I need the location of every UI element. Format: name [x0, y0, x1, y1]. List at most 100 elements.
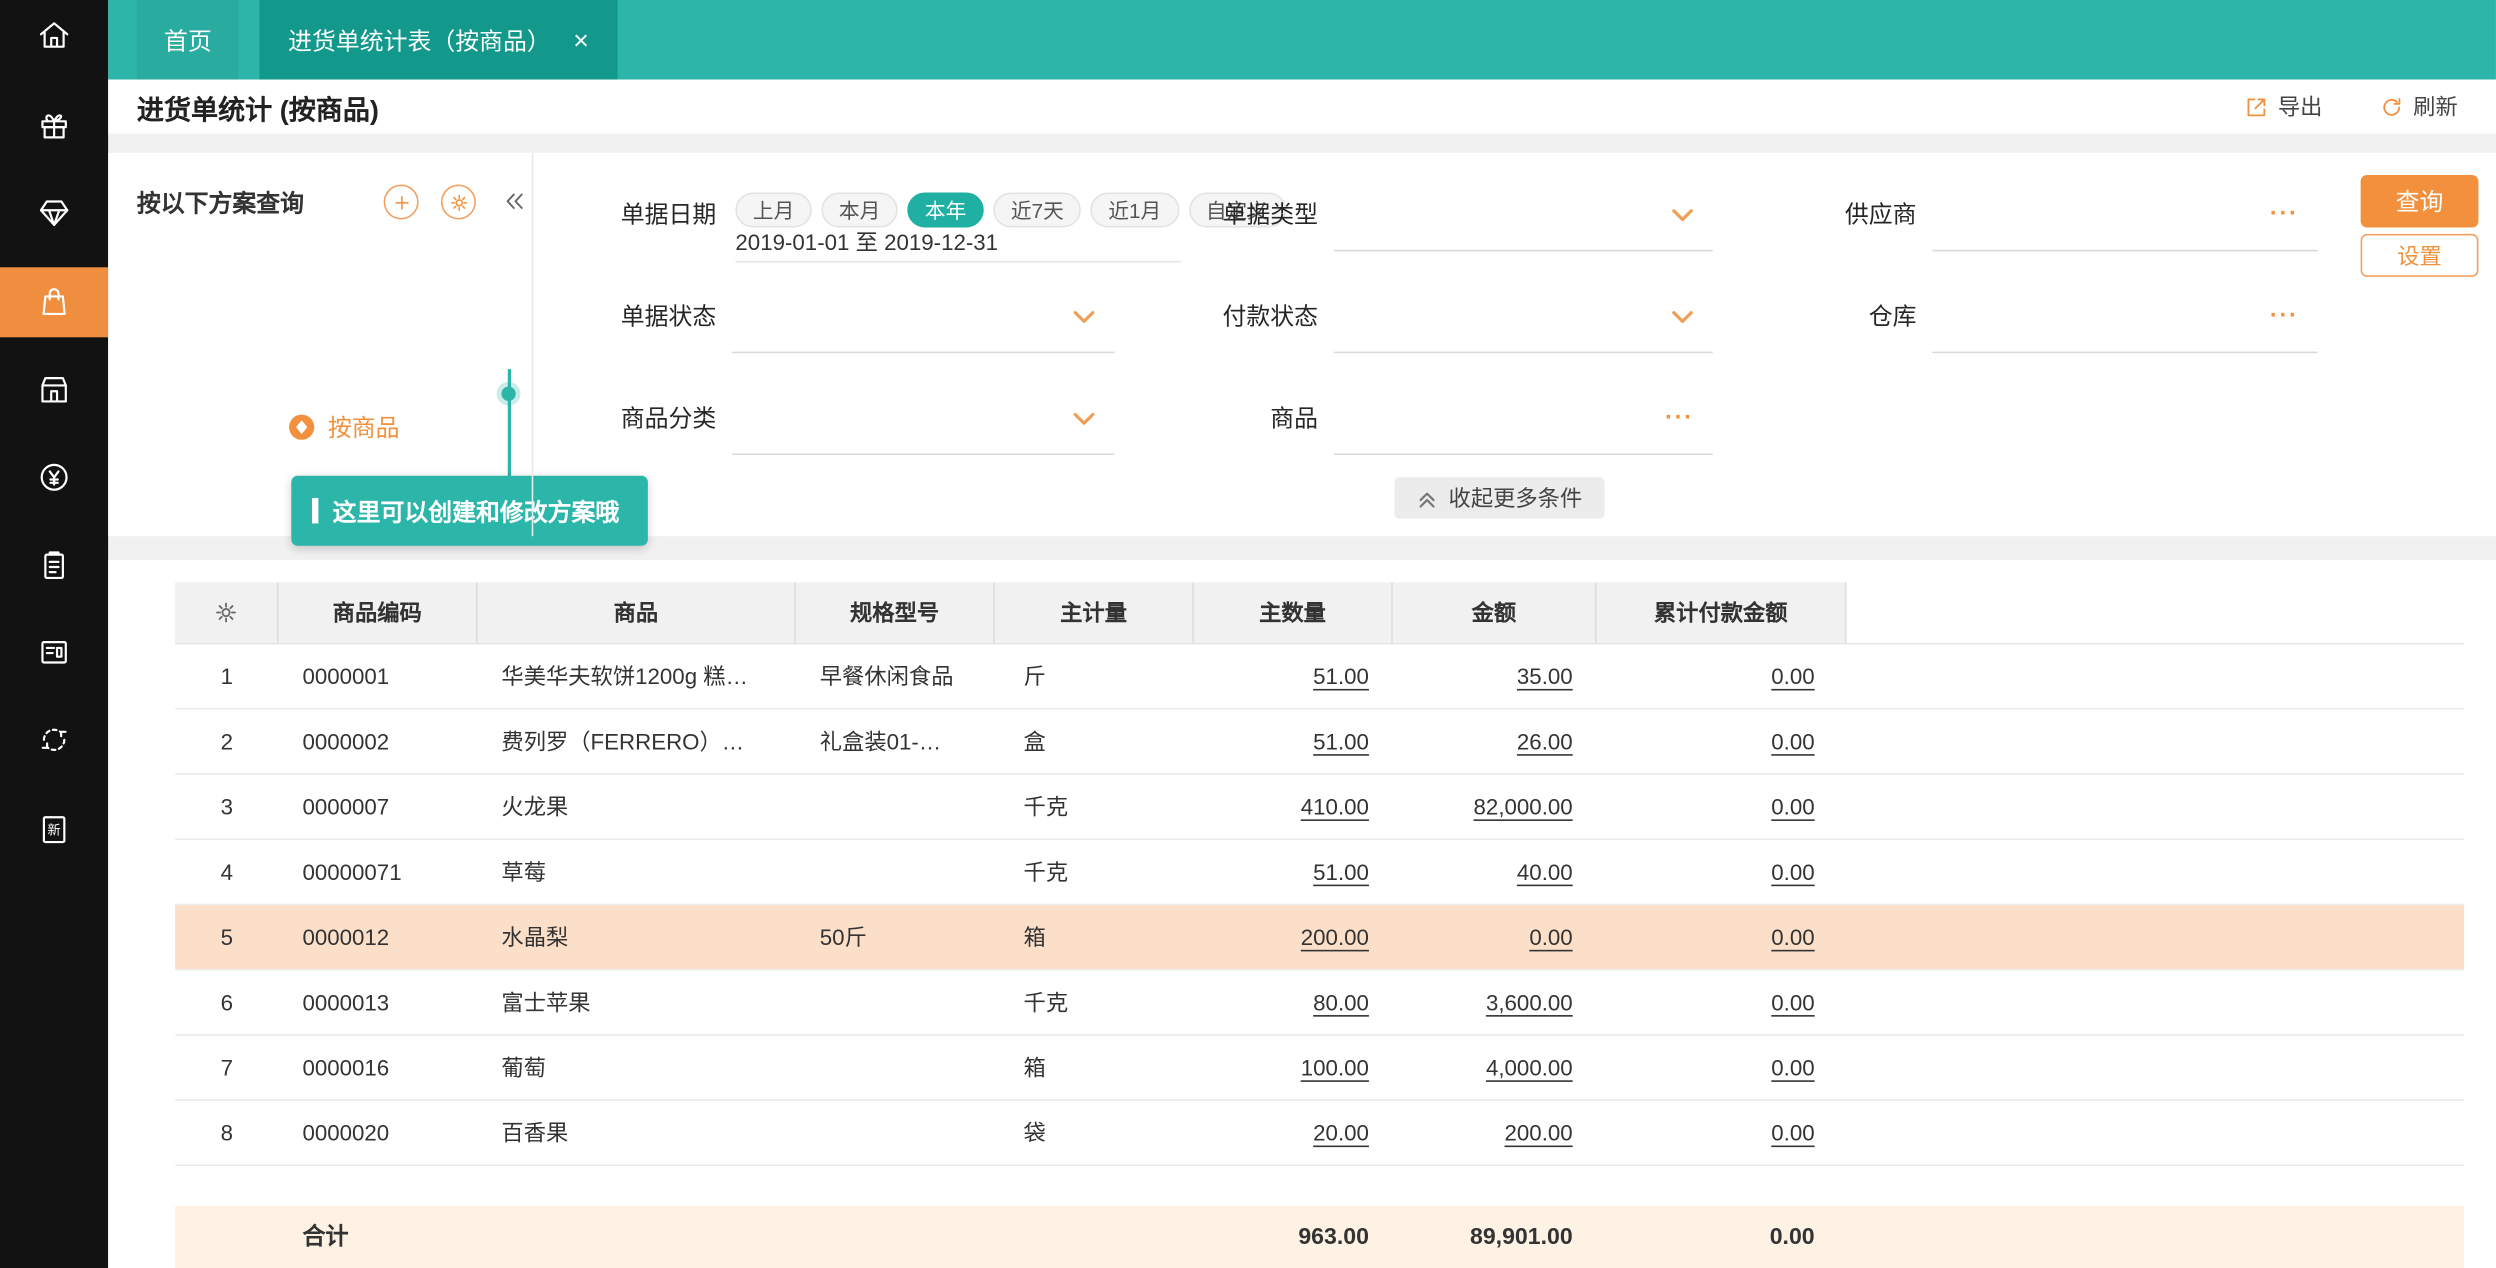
- amount-link[interactable]: 4,000.00: [1486, 1055, 1573, 1080]
- paid-link[interactable]: 0.00: [1771, 990, 1814, 1015]
- cell-amount: 35.00: [1393, 644, 1597, 708]
- storefront-icon[interactable]: [0, 355, 108, 425]
- query-button[interactable]: 查询: [2360, 175, 2479, 228]
- ellipsis-icon[interactable]: ···: [1665, 404, 1694, 431]
- qty-link[interactable]: 51.00: [1313, 859, 1369, 884]
- settings-button[interactable]: 设置: [2360, 233, 2479, 277]
- amount-link[interactable]: 0.00: [1529, 924, 1572, 949]
- cell-qty: 51.00: [1194, 840, 1393, 904]
- home-icon[interactable]: [0, 0, 108, 70]
- filter-label-product: 商品: [1270, 405, 1319, 433]
- cell-paid: 0.00: [1597, 644, 1847, 708]
- panel-divider: [531, 152, 534, 537]
- amount-link[interactable]: 200.00: [1505, 1120, 1573, 1145]
- supplier-input[interactable]: ···: [1932, 188, 2318, 252]
- cell-qty: 100.00: [1194, 1036, 1393, 1100]
- tab-home[interactable]: 首页: [136, 0, 239, 80]
- qty-link[interactable]: 80.00: [1313, 990, 1369, 1015]
- paid-link[interactable]: 0.00: [1771, 859, 1814, 884]
- add-scheme-button[interactable]: [383, 184, 419, 220]
- cell-product-code: 0000007: [302, 793, 390, 820]
- amount-link[interactable]: 26.00: [1517, 729, 1573, 754]
- date-pill[interactable]: 上月: [735, 192, 812, 228]
- cell-product-code: 0000013: [302, 989, 390, 1016]
- ellipsis-icon[interactable]: ···: [2270, 200, 2299, 227]
- new-doc-icon[interactable]: 新: [0, 794, 108, 864]
- export-icon: [2247, 97, 2266, 116]
- date-pill[interactable]: 本年: [907, 192, 984, 228]
- cell-spec: [796, 840, 995, 904]
- date-range-value[interactable]: 2019-01-01 至 2019-12-31: [735, 226, 1182, 263]
- table-row[interactable]: 4 00000071 草莓 千克 51.00 40.00 0.00: [175, 840, 2465, 906]
- gift-icon[interactable]: [0, 91, 108, 161]
- amount-link[interactable]: 35.00: [1517, 663, 1573, 688]
- amount-link[interactable]: 3,600.00: [1486, 990, 1573, 1015]
- table-row[interactable]: 1 0000001 华美华夫软饼1200g 糕… 早餐休闲食品 斤 51.00 35.00 0…: [175, 644, 2465, 710]
- tooltip-connector: [507, 369, 511, 478]
- cell-paid: 0.00: [1597, 775, 1847, 839]
- cell-amount: 82,000.00: [1393, 775, 1597, 839]
- scheme-settings-button[interactable]: [440, 184, 476, 220]
- refresh-button[interactable]: 刷新: [2380, 91, 2458, 123]
- shopping-bag-icon[interactable]: [0, 267, 109, 338]
- qty-link[interactable]: 410.00: [1301, 794, 1369, 819]
- table-row[interactable]: 7 0000016 葡萄 箱 100.00 4,000.00 0.00: [175, 1036, 2465, 1101]
- paid-link[interactable]: 0.00: [1771, 663, 1814, 688]
- sync-icon[interactable]: [0, 705, 108, 775]
- tooltip-text: 这里可以创建和修改方案哦: [332, 498, 620, 526]
- amount-link[interactable]: 82,000.00: [1474, 794, 1573, 819]
- cell-filler: [1846, 775, 2464, 839]
- totals-paid: 0.00: [1769, 1225, 1815, 1251]
- paid-link[interactable]: 0.00: [1771, 1120, 1814, 1145]
- cell-row-index: 6: [220, 989, 234, 1016]
- tab-close-icon[interactable]: ×: [573, 26, 589, 53]
- qty-link[interactable]: 51.00: [1313, 729, 1369, 754]
- category-select[interactable]: [732, 391, 1115, 456]
- invoice-icon[interactable]: [0, 617, 108, 687]
- doc-status-select[interactable]: [732, 290, 1115, 354]
- totals-label: 合计: [302, 1225, 349, 1251]
- table-row[interactable]: 2 0000002 费列罗（FERRERO）… 礼盒装01-… 盒 51.00 26.00 0…: [175, 710, 2465, 775]
- table-row[interactable]: 8 0000020 百香果 袋 20.00 200.00 0.00: [175, 1101, 2465, 1167]
- cell-product-name: 富士苹果: [501, 989, 591, 1016]
- doc-type-select[interactable]: [1333, 188, 1713, 252]
- amount-link[interactable]: 40.00: [1517, 859, 1573, 884]
- date-pill[interactable]: 本月: [821, 192, 898, 228]
- export-button[interactable]: 导出: [2244, 91, 2322, 123]
- paid-link[interactable]: 0.00: [1771, 1055, 1814, 1080]
- qty-link[interactable]: 100.00: [1301, 1055, 1369, 1080]
- scheme-item-by-product[interactable]: 按商品: [287, 410, 400, 443]
- table-row[interactable]: 5 0000012 水晶梨 50斤 箱 200.00 0.00 0.00: [175, 905, 2465, 971]
- cell-unit: 斤: [1023, 663, 1046, 689]
- qty-link[interactable]: 51.00: [1313, 663, 1369, 688]
- collapse-panel-button[interactable]: [501, 188, 528, 215]
- product-input[interactable]: ···: [1333, 391, 1713, 456]
- clipboard-icon[interactable]: [0, 530, 108, 600]
- cell-filler: [1846, 1036, 2464, 1100]
- column-settings-button[interactable]: [175, 582, 279, 643]
- gem-icon[interactable]: [0, 178, 108, 248]
- column-header: 商品编码: [278, 582, 478, 643]
- column-header: 累计付款金额: [1596, 582, 1847, 643]
- paid-link[interactable]: 0.00: [1771, 794, 1814, 819]
- collapse-more-button[interactable]: 收起更多条件: [1394, 477, 1605, 519]
- cell-spec: 早餐休闲食品: [819, 663, 954, 689]
- paid-link[interactable]: 0.00: [1771, 924, 1814, 949]
- table-row[interactable]: 3 0000007 火龙果 千克 410.00 82,000.00 0.00: [175, 775, 2465, 841]
- qty-link[interactable]: 20.00: [1313, 1120, 1369, 1145]
- ellipsis-icon[interactable]: ···: [2270, 302, 2299, 329]
- tab-active[interactable]: 进货单统计表（按商品） ×: [259, 0, 618, 80]
- export-label: 导出: [2277, 93, 2323, 120]
- money-icon[interactable]: [0, 442, 108, 512]
- pay-status-select[interactable]: [1333, 290, 1713, 354]
- table-row[interactable]: 6 0000013 富士苹果 千克 80.00 3,600.00 0.00: [175, 971, 2465, 1036]
- refresh-label: 刷新: [2413, 93, 2458, 120]
- cell-product-name: 水晶梨: [501, 924, 569, 950]
- warehouse-input[interactable]: ···: [1932, 290, 2318, 354]
- scheme-item-icon: [289, 414, 315, 440]
- qty-link[interactable]: 200.00: [1301, 924, 1369, 949]
- cell-product-name: 葡萄: [501, 1054, 546, 1081]
- tooltip-bar: [311, 497, 319, 524]
- date-pill[interactable]: 近7天: [993, 192, 1082, 228]
- paid-link[interactable]: 0.00: [1771, 729, 1814, 754]
